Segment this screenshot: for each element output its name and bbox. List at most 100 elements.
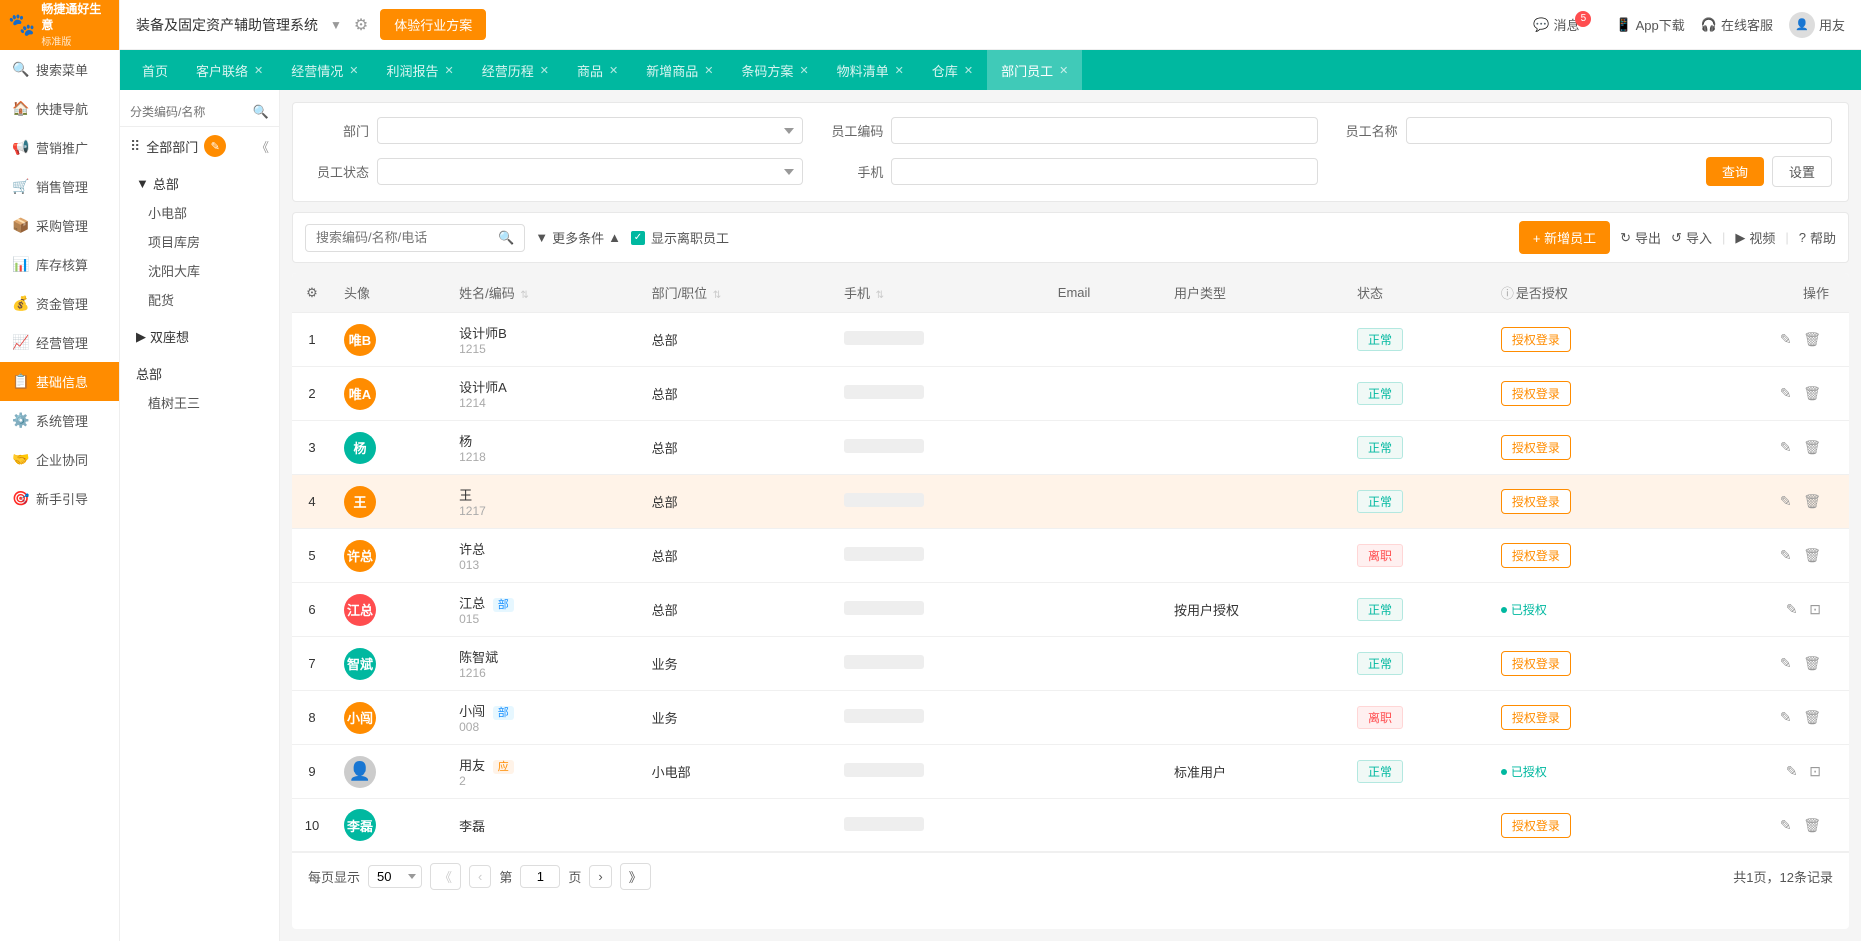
video-btn[interactable]: ▶ 视频: [1735, 228, 1775, 247]
import-btn[interactable]: ↺ 导入: [1671, 228, 1712, 247]
delete-btn[interactable]: 🗑: [1803, 709, 1821, 725]
tab-barcode[interactable]: 条码方案✕: [727, 50, 822, 90]
sidebar-item-purchase[interactable]: 📦 采购管理: [0, 206, 119, 245]
copy-btn[interactable]: ⊡: [1809, 763, 1821, 779]
tab-home[interactable]: 首页: [128, 50, 182, 90]
export-btn[interactable]: ↻ 导出: [1620, 228, 1661, 247]
tab-close-customer[interactable]: ✕: [254, 64, 263, 77]
topbar-user[interactable]: 👤 用友: [1789, 12, 1845, 38]
sort-dept-icon[interactable]: ⇅: [713, 290, 721, 301]
copy-btn[interactable]: ⊡: [1809, 601, 1821, 617]
next-next-btn[interactable]: 》: [620, 863, 651, 890]
dept-collapse-icon[interactable]: 《: [256, 137, 269, 156]
dept-group-hq-title[interactable]: ▼ 总部: [120, 169, 279, 198]
tab-close-bom[interactable]: ✕: [895, 64, 904, 77]
edit-btn[interactable]: ✎: [1780, 439, 1792, 455]
auth-login-btn[interactable]: 授权登录: [1501, 435, 1571, 460]
dept-edit-icon[interactable]: ✎: [204, 135, 226, 157]
next-btn[interactable]: ›: [589, 865, 611, 888]
sidebar-item-sales[interactable]: 🛒 销售管理: [0, 167, 119, 206]
dept-tree-header[interactable]: ⠿ 全部部门 ✎ 《: [120, 127, 279, 165]
sidebar-item-search[interactable]: 🔍 搜索菜单: [0, 50, 119, 89]
delete-btn[interactable]: 🗑: [1803, 385, 1821, 401]
auth-login-btn[interactable]: 授权登录: [1501, 489, 1571, 514]
settings-icon[interactable]: ⚙: [306, 285, 318, 300]
auth-login-btn[interactable]: 授权登录: [1501, 327, 1571, 352]
page-input[interactable]: [520, 865, 560, 888]
tab-profit[interactable]: 利润报告✕: [372, 50, 467, 90]
dept-child-xiaodibu[interactable]: 小电部: [120, 198, 279, 227]
tab-close-business[interactable]: ✕: [349, 64, 358, 77]
dept-child-xiangmu[interactable]: 项目库房: [120, 227, 279, 256]
search-icon[interactable]: 🔍: [498, 230, 514, 246]
tab-customer[interactable]: 客户联络✕: [182, 50, 277, 90]
sidebar-item-collab[interactable]: 🤝 企业协同: [0, 440, 119, 479]
tab-employees[interactable]: 部门员工✕: [987, 50, 1082, 90]
add-employee-btn[interactable]: + 新增员工: [1519, 221, 1610, 254]
tab-business[interactable]: 经营情况✕: [277, 50, 372, 90]
edit-btn[interactable]: ✎: [1780, 331, 1792, 347]
tab-close-warehouse[interactable]: ✕: [964, 64, 973, 77]
edit-btn[interactable]: ✎: [1780, 817, 1792, 833]
tab-warehouse[interactable]: 仓库✕: [918, 50, 987, 90]
edit-btn[interactable]: ✎: [1780, 709, 1792, 725]
topbar-trial-btn[interactable]: 体验行业方案: [380, 9, 486, 40]
edit-btn[interactable]: ✎: [1786, 601, 1798, 617]
tab-close-add-goods[interactable]: ✕: [704, 64, 713, 77]
edit-btn[interactable]: ✎: [1780, 547, 1792, 563]
auth-login-btn[interactable]: 授权登录: [1501, 381, 1571, 406]
dept-group-zongbu-title[interactable]: 总部: [120, 359, 279, 388]
sidebar-item-shortcut[interactable]: 🏠 快捷导航: [0, 89, 119, 128]
delete-btn[interactable]: 🗑: [1803, 817, 1821, 833]
edit-btn[interactable]: ✎: [1780, 655, 1792, 671]
topbar-gear-icon[interactable]: ⚙: [354, 15, 368, 35]
more-filter-btn[interactable]: ▼ 更多条件 ▲: [535, 228, 621, 247]
auth-login-btn[interactable]: 授权登录: [1501, 543, 1571, 568]
filter-query-btn[interactable]: 查询: [1706, 157, 1764, 186]
tab-bom[interactable]: 物料清单✕: [823, 50, 918, 90]
tab-goods[interactable]: 商品✕: [563, 50, 632, 90]
tab-close-history[interactable]: ✕: [540, 64, 549, 77]
filter-empcode-input[interactable]: [891, 117, 1317, 144]
dept-search-icon[interactable]: 🔍: [253, 104, 269, 120]
sidebar-item-marketing[interactable]: 📢 营销推广: [0, 128, 119, 167]
delete-btn[interactable]: 🗑: [1803, 547, 1821, 563]
tab-history[interactable]: 经营历程✕: [468, 50, 563, 90]
delete-btn[interactable]: 🗑: [1803, 493, 1821, 509]
prev-prev-btn[interactable]: 《: [430, 863, 461, 890]
auth-login-btn[interactable]: 授权登录: [1501, 651, 1571, 676]
delete-btn[interactable]: 🗑: [1803, 655, 1821, 671]
topbar-online-service[interactable]: 🎧 在线客服: [1701, 15, 1773, 34]
dept-search-input[interactable]: [130, 105, 247, 119]
sidebar-item-finance[interactable]: 💰 资金管理: [0, 284, 119, 323]
tab-close-goods[interactable]: ✕: [609, 64, 618, 77]
sort-phone-icon[interactable]: ⇅: [876, 290, 884, 301]
tab-close-profit[interactable]: ✕: [445, 64, 454, 77]
filter-status-select[interactable]: [377, 158, 803, 185]
sidebar-item-operation[interactable]: 📈 经营管理: [0, 323, 119, 362]
prev-btn[interactable]: ‹: [469, 865, 491, 888]
filter-reset-btn[interactable]: 设置: [1772, 156, 1832, 187]
search-input[interactable]: [316, 230, 492, 245]
sidebar-item-guide[interactable]: 🎯 新手引导: [0, 479, 119, 518]
show-resigned-toggle[interactable]: ✓ 显示离职员工: [631, 228, 729, 247]
sidebar-item-system[interactable]: ⚙️ 系统管理: [0, 401, 119, 440]
sidebar-item-inventory[interactable]: 📊 库存核算: [0, 245, 119, 284]
page-size-select[interactable]: 50 100: [368, 865, 422, 888]
filter-empname-input[interactable]: [1406, 117, 1832, 144]
delete-btn[interactable]: 🗑: [1803, 439, 1821, 455]
edit-btn[interactable]: ✎: [1780, 493, 1792, 509]
dept-child-shenyang[interactable]: 沈阳大库: [120, 256, 279, 285]
edit-btn[interactable]: ✎: [1780, 385, 1792, 401]
edit-btn[interactable]: ✎: [1786, 763, 1798, 779]
topbar-app-download[interactable]: 📱 App下载: [1615, 15, 1684, 34]
delete-btn[interactable]: 🗑: [1803, 331, 1821, 347]
auth-login-btn[interactable]: 授权登录: [1501, 705, 1571, 730]
dept-group-shuangzuo-title[interactable]: ▶ 双座想: [120, 322, 279, 351]
auth-login-btn[interactable]: 授权登录: [1501, 813, 1571, 838]
filter-dept-select[interactable]: [377, 117, 803, 144]
tab-close-barcode[interactable]: ✕: [799, 64, 808, 77]
dept-child-zhishu[interactable]: 植树王三: [120, 388, 279, 417]
filter-phone-input[interactable]: [891, 158, 1317, 185]
dept-child-peihuo[interactable]: 配货: [120, 285, 279, 314]
